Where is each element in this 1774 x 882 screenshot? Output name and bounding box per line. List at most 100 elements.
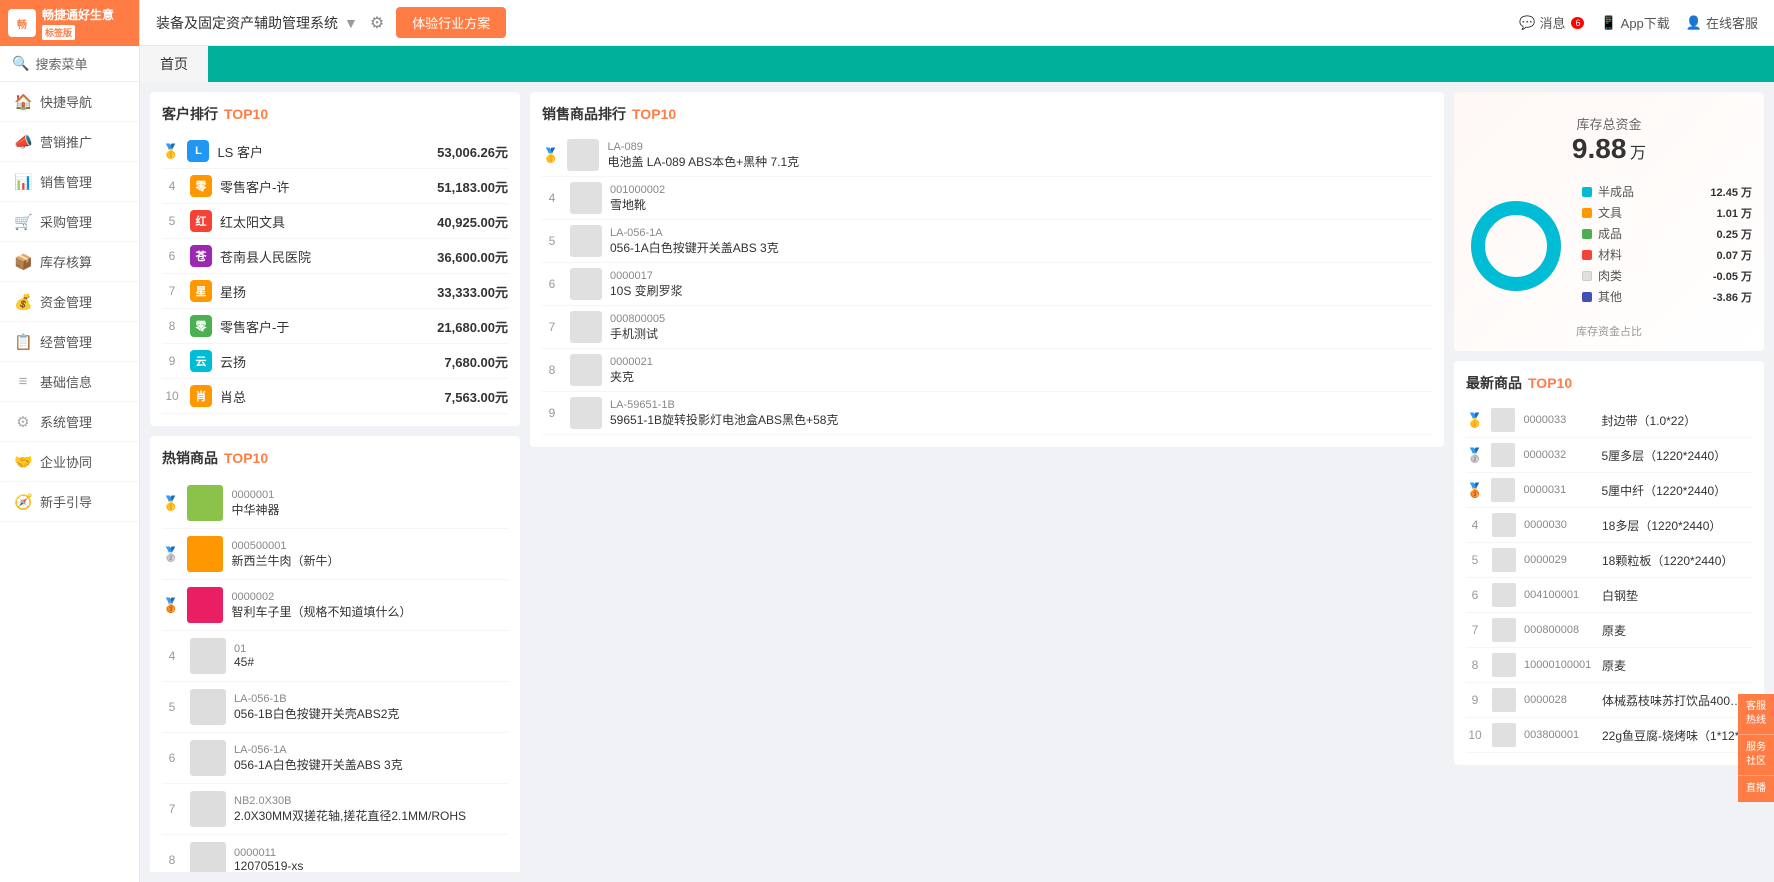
new-product-num-4: 4 [1466,518,1484,532]
legend-val-5: -3.86 万 [1713,289,1752,305]
topbar-right: 💬 消息 6 📱 App下载 👤 在线客服 [1519,13,1758,32]
inventory-label: 库存总资金 [1576,117,1641,132]
new-product-item-1: 🥇 0000033 封边带（1.0*22） [1466,403,1752,438]
new-product-name-1: 封边带（1.0*22） [1601,412,1752,429]
new-product-num-9: 9 [1466,693,1484,707]
new-product-img-6 [1492,583,1516,607]
float-service-live[interactable]: 直播 [1738,776,1774,802]
app-download-button[interactable]: 📱 App下载 [1600,13,1669,32]
legend-item-4: 肉类 -0.05 万 [1582,267,1752,284]
hot-products-top-label: TOP10 [224,450,268,466]
sidebar-item-enterprise[interactable]: 🤝 企业协同 [0,442,139,482]
online-service-button[interactable]: 👤 在线客服 [1686,13,1758,32]
rank-num-4: 6 [162,249,182,263]
float-service-hotline[interactable]: 客服热线 [1738,694,1774,735]
sale-product-name-6: 夹克 [610,368,1432,385]
customer-rank-item: 7 星 星扬 33,333.00元 [162,274,508,309]
sale-product-code-4: 0000017 [610,270,1432,282]
legend-item-0: 半成品 12.45 万 [1582,183,1752,200]
logo-title: 畅捷通好生意 [42,6,114,23]
sidebar-item-sales[interactable]: 📊 销售管理 [0,162,139,202]
hot-products-list: 🥇 0000001 中华神器 🥈 000500001 新西兰牛肉（新牛） [162,478,508,872]
hot-product-info-5: LA-056-1B 056-1B白色按键开关壳ABS2克 [234,693,508,722]
system-name-container: 装备及固定资产辅助管理系统 ▼ [156,13,358,33]
sale-product-item: 🥇 LA-089 电池盖 LA-089 ABS本色+黑种 7.1克 [542,134,1432,177]
hot-product-code-3: 0000002 [231,591,508,603]
sale-product-code-2: 001000002 [610,184,1432,196]
new-product-code-6: 004100001 [1524,589,1594,601]
guide-icon: 🧭 [14,493,32,511]
inventory-amount: 9.88 [1572,133,1627,164]
hot-products-title: 热销商品 TOP10 [162,448,508,468]
new-product-name-8: 原麦 [1602,657,1752,674]
sale-product-rank-title-text: 销售商品排行 [542,104,626,124]
inventory-amount-container: 9.88 万 [1466,133,1752,165]
main-area: 装备及固定资产辅助管理系统 ▼ ⚙ 体验行业方案 💬 消息 6 📱 App下载 … [140,0,1774,882]
customer-badge-6: 零 [190,315,212,337]
sidebar-item-inventory[interactable]: 📦 库存核算 [0,242,139,282]
new-product-num-5: 5 [1466,553,1484,567]
customer-rank-item: 8 零 零售客户-于 21,680.00元 [162,309,508,344]
customer-name-1: LS 客户 [217,142,429,161]
sidebar-item-quick-nav[interactable]: 🏠 快捷导航 [0,82,139,122]
sidebar-item-label: 采购管理 [40,212,92,231]
new-product-num-10: 10 [1466,728,1484,742]
new-products-top-label: TOP10 [1528,375,1572,391]
legend-val-1: 1.01 万 [1717,205,1752,221]
sidebar-item-finance[interactable]: 💰 资金管理 [0,282,139,322]
customer-amount-5: 33,333.00元 [437,282,508,301]
customer-rank-item: 4 零 零售客户-许 51,183.00元 [162,169,508,204]
sidebar: 畅 畅捷通好生意 标签版 🔍 搜索菜单 🏠 快捷导航 📣 营销推广 📊 销售管理… [0,0,140,882]
hot-product-item: 8 0000011 12070519-xs [162,835,508,872]
sale-product-name-1: 电池盖 LA-089 ABS本色+黑种 7.1克 [607,153,1432,170]
new-product-name-3: 5厘中纤（1220*2440） [1601,482,1752,499]
new-product-name-2: 5厘多层（1220*2440） [1601,447,1752,464]
customer-rank-card: 客户排行 TOP10 🥇 L LS 客户 53,006.26元 4 零 [150,92,520,426]
sale-product-code-1: LA-089 [607,141,1432,153]
sale-product-img-4 [570,268,602,300]
sidebar-item-base-info[interactable]: ≡ 基础信息 [0,362,139,402]
customer-name-4: 苍南县人民医院 [220,247,429,266]
sidebar-item-label: 库存核算 [40,252,92,271]
hot-product-img-3 [187,587,223,623]
customer-amount-2: 51,183.00元 [437,177,508,196]
new-products-list: 🥇 0000033 封边带（1.0*22） 🥈 0000032 5厘多层（122… [1466,403,1752,753]
sidebar-item-label: 基础信息 [40,372,92,391]
new-product-num-7: 7 [1466,623,1484,637]
hot-num-4: 4 [162,649,182,663]
trial-button[interactable]: 体验行业方案 [396,7,506,38]
tab-home[interactable]: 首页 [140,46,208,82]
hot-product-name-8: 12070519-xs [234,859,508,872]
service-icon: 👤 [1686,15,1702,31]
hot-product-code-1: 0000001 [231,489,508,501]
legend-dot-3 [1582,250,1592,260]
sidebar-item-marketing[interactable]: 📣 营销推广 [0,122,139,162]
hot-product-img-6 [190,740,226,776]
new-products-card: 最新商品 TOP10 🥇 0000033 封边带（1.0*22） 🥈 00000… [1454,361,1764,765]
message-button[interactable]: 💬 消息 6 [1519,13,1584,32]
inventory-legend: 半成品 12.45 万 文具 1.01 万 成品 0.25 万 [1582,183,1752,309]
customer-rank-title: 客户排行 TOP10 [162,104,508,124]
search-menu[interactable]: 🔍 搜索菜单 [0,46,139,82]
sidebar-item-system[interactable]: ⚙ 系统管理 [0,402,139,442]
sidebar-item-label: 营销推广 [40,132,92,151]
donut-chart [1466,196,1566,296]
dropdown-icon: ▼ [344,15,358,31]
sale-product-code-6: 0000021 [610,356,1432,368]
sidebar-item-operations[interactable]: 📋 经营管理 [0,322,139,362]
settings-icon[interactable]: ⚙ [370,13,384,33]
sidebar-item-guide[interactable]: 🧭 新手引导 [0,482,139,522]
customer-rank-title-text: 客户排行 [162,104,218,124]
sidebar-item-purchase[interactable]: 🛒 采购管理 [0,202,139,242]
sidebar-item-label: 资金管理 [40,292,92,311]
sale-product-name-5: 手机测试 [610,325,1432,342]
hot-product-item: 7 NB2.0X30B 2.0X30MM双搓花轴,搓花直径2.1MM/ROHS [162,784,508,835]
content-area: 客户排行 TOP10 🥇 L LS 客户 53,006.26元 4 零 [140,82,1774,882]
hot-product-item: 🥇 0000001 中华神器 [162,478,508,529]
hot-product-code-7: NB2.0X30B [234,795,508,807]
float-service-community[interactable]: 服务社区 [1738,735,1774,776]
rank-num-5: 7 [162,284,182,298]
new-product-img-10 [1492,723,1516,747]
home-icon: 🏠 [14,93,32,111]
sale-product-info-6: 0000021 夹克 [610,356,1432,385]
